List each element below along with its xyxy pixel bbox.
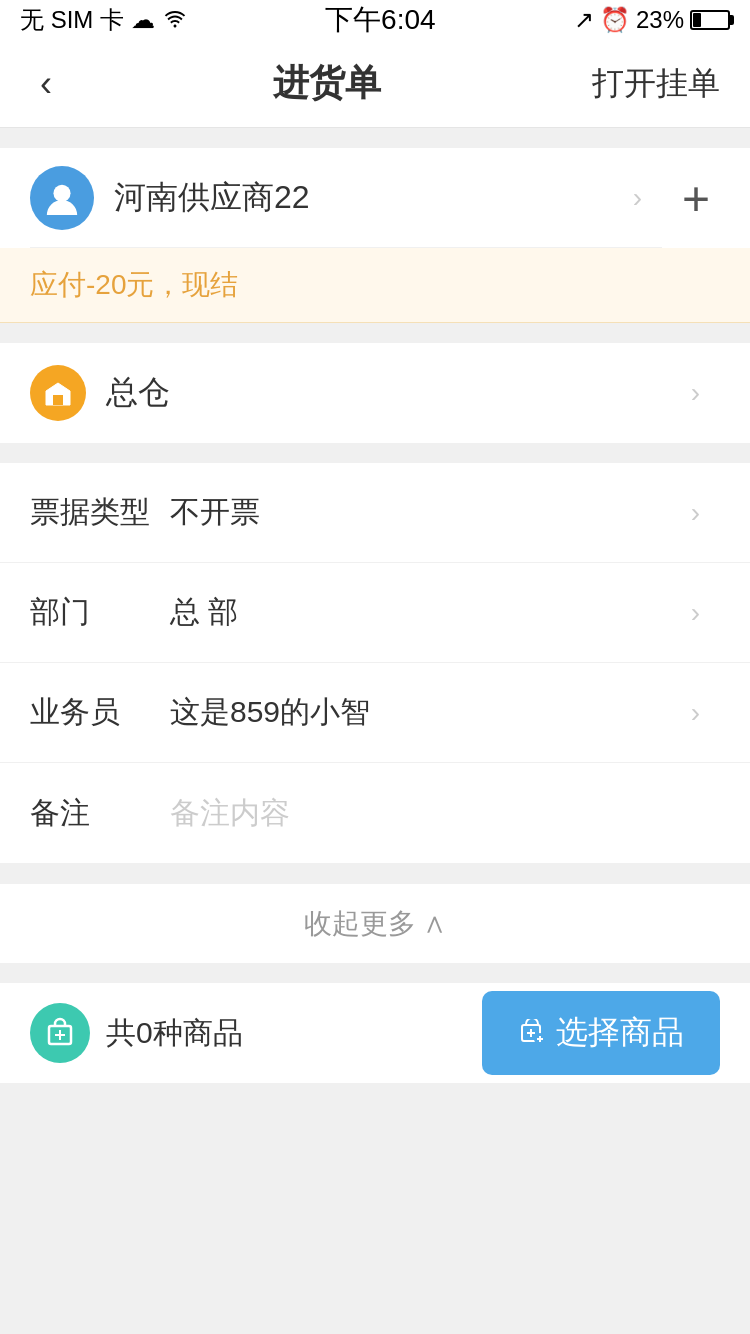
supplier-section: 河南供应商22 › + <box>0 148 750 248</box>
alarm-icon: ⏰ <box>600 6 630 34</box>
salesman-chevron-icon: › <box>691 697 700 729</box>
invoice-chevron-icon: › <box>691 497 700 529</box>
back-button[interactable]: ‹ <box>30 53 62 115</box>
status-time: 下午6:04 <box>325 1 436 39</box>
gap-1 <box>0 128 750 148</box>
invoice-type-value: 不开票 <box>160 492 691 533</box>
select-product-button[interactable]: 选择商品 <box>482 991 720 1075</box>
remark-input[interactable]: 备注内容 <box>160 793 720 834</box>
notice-banner: 应付-20元，现结 <box>0 248 750 323</box>
open-pending-button[interactable]: 打开挂单 <box>592 62 720 106</box>
battery-percent: 23% <box>636 6 684 34</box>
product-count-area: 共0种商品 <box>30 1003 243 1063</box>
nav-bar: ‹ 进货单 打开挂单 <box>0 40 750 128</box>
product-count-text: 共0种商品 <box>106 1013 243 1054</box>
add-supplier-button[interactable]: + <box>662 161 720 236</box>
invoice-type-label: 票据类型 <box>30 492 160 533</box>
sim-label: 无 SIM 卡 ☁ <box>20 4 155 36</box>
department-row[interactable]: 部门 总 部 › <box>0 563 750 663</box>
status-right: ↗ ⏰ 23% <box>574 6 730 34</box>
product-count-icon <box>30 1003 90 1063</box>
supplier-row[interactable]: 河南供应商22 › <box>30 148 662 248</box>
supplier-avatar <box>30 166 94 230</box>
warehouse-section[interactable]: 总仓 › <box>0 343 750 443</box>
collapse-button[interactable]: 收起更多 ∧ <box>0 883 750 963</box>
invoice-type-row[interactable]: 票据类型 不开票 › <box>0 463 750 563</box>
warehouse-icon <box>30 365 86 421</box>
wifi-icon <box>163 6 187 34</box>
battery-icon <box>690 10 730 30</box>
supplier-chevron-icon: › <box>633 182 642 214</box>
page-title: 进货单 <box>273 59 381 108</box>
warehouse-chevron-icon: › <box>691 377 700 409</box>
gap-2 <box>0 323 750 343</box>
salesman-row[interactable]: 业务员 这是859的小智 › <box>0 663 750 763</box>
form-section: 票据类型 不开票 › 部门 总 部 › 业务员 这是859的小智 › 备注 备注… <box>0 463 750 863</box>
status-bar: 无 SIM 卡 ☁ 下午6:04 ↗ ⏰ 23% <box>0 0 750 40</box>
remark-label: 备注 <box>30 793 160 834</box>
salesman-label: 业务员 <box>30 692 160 733</box>
supplier-name: 河南供应商22 <box>114 176 633 220</box>
location-icon: ↗ <box>574 6 594 34</box>
svg-rect-1 <box>53 395 63 405</box>
svg-point-0 <box>53 184 70 201</box>
salesman-value: 这是859的小智 <box>160 692 691 733</box>
remark-row[interactable]: 备注 备注内容 <box>0 763 750 863</box>
department-value: 总 部 <box>160 592 691 633</box>
remaining-background <box>0 1083 750 1334</box>
department-label: 部门 <box>30 592 160 633</box>
bottom-bar: 共0种商品 选择商品 <box>0 983 750 1083</box>
select-product-label: 选择商品 <box>556 1011 684 1055</box>
department-chevron-icon: › <box>691 597 700 629</box>
warehouse-name: 总仓 <box>106 371 691 415</box>
status-left: 无 SIM 卡 ☁ <box>20 4 187 36</box>
